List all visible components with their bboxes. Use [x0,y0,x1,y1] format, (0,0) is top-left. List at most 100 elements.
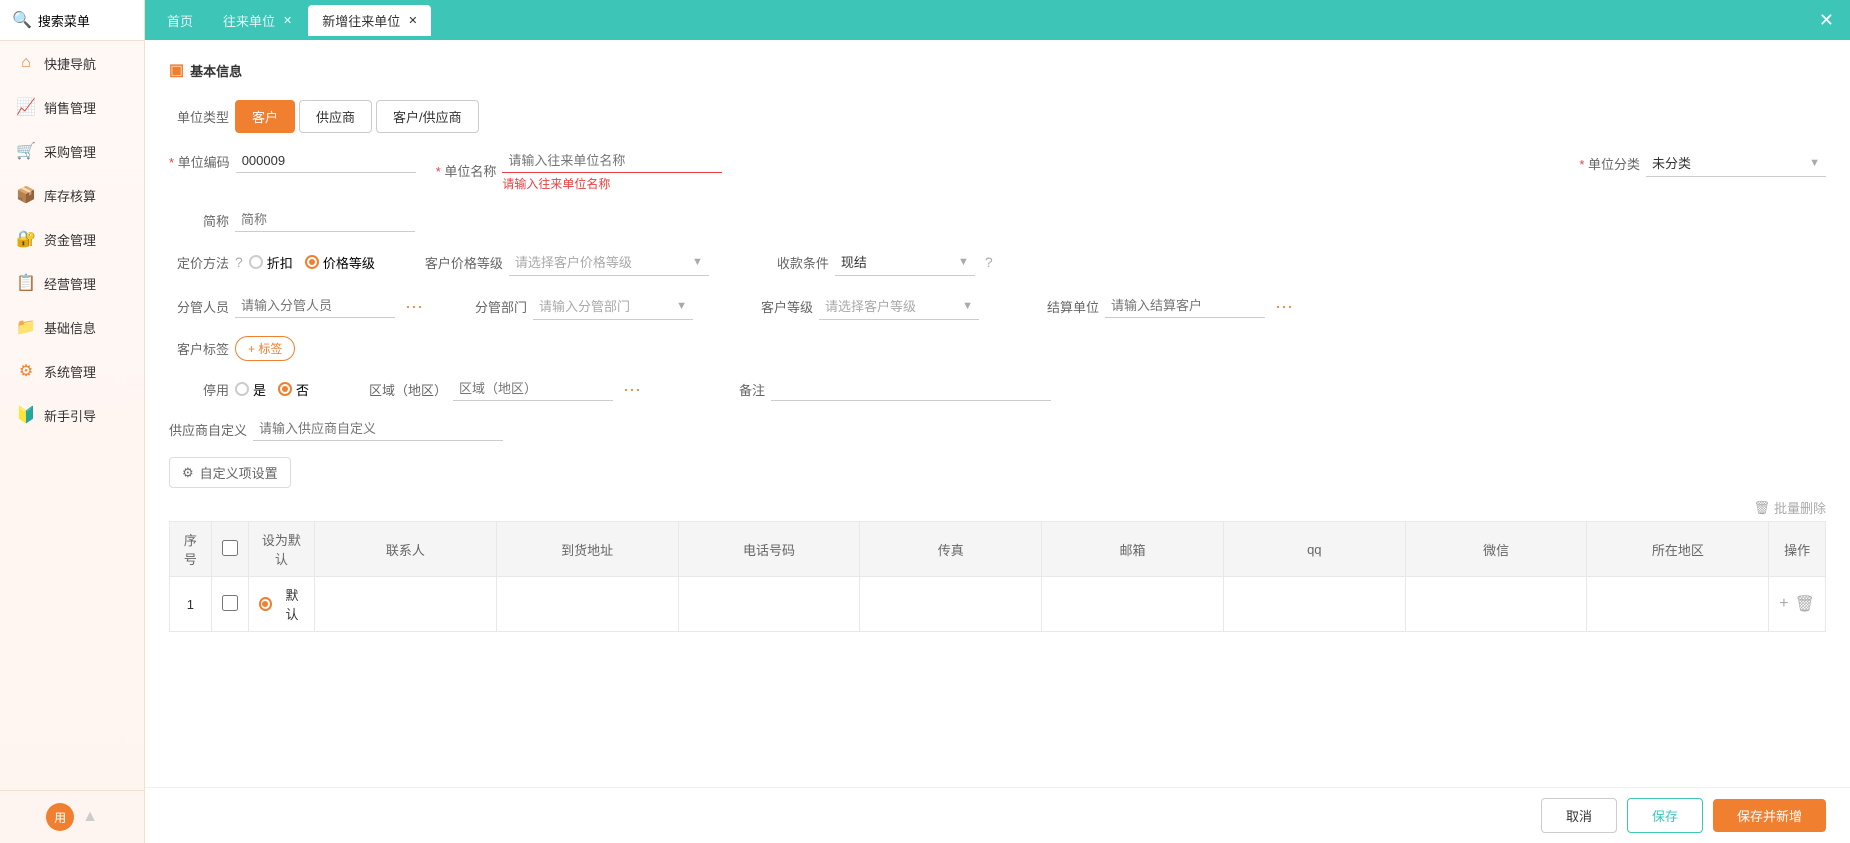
unit-name-label: 单位名称 [436,161,497,180]
pricing-price-level-radio[interactable]: 价格等级 [305,253,375,272]
payment-terms-select[interactable]: 现结 ▼ [835,248,975,276]
fax-input[interactable] [870,593,1031,616]
btn-customer[interactable]: 客户 [235,100,295,133]
address-input[interactable] [507,593,668,616]
row-checkbox[interactable] [222,595,238,611]
unit-code-label: 单位编码 [169,152,230,171]
th-address: 到货地址 [496,522,678,577]
default-radio[interactable]: 默认 [259,585,304,623]
td-contact[interactable] [315,577,497,632]
customer-level-placeholder: 请选择客户等级 [825,296,916,315]
category-chevron: ▼ [1809,157,1820,169]
pricing-field: 定价方法 ? 折扣 价格等级 [169,253,375,272]
payment-terms-field: 收款条件 现结 ▼ ? [769,248,993,276]
btn-both[interactable]: 客户/供应商 [376,100,479,133]
td-address[interactable] [496,577,678,632]
tab-partner-list-close[interactable]: ✕ [283,14,292,27]
td-seq: 1 [170,577,212,632]
sidebar-item-finance[interactable]: 🔐 资金管理 [0,217,144,261]
tab-new-partner-close[interactable]: ✕ [408,14,417,27]
sidebar-item-inventory[interactable]: 📦 库存核算 [0,173,144,217]
th-qq: qq [1223,522,1405,577]
manager-more-btn[interactable]: ··· [401,297,427,315]
td-region[interactable] [1587,577,1769,632]
batch-delete-btn[interactable]: 🗑 批量删除 [1753,498,1826,517]
customer-level-field: 客户等级 请选择客户等级 ▼ [753,292,979,320]
unit-code-input[interactable] [236,149,416,173]
tab-home[interactable]: 首页 [153,5,207,36]
region-more-btn[interactable]: ··· [619,380,645,398]
th-region: 所在地区 [1587,522,1769,577]
sidebar-item-label: 快捷导航 [44,54,96,73]
td-qq[interactable] [1223,577,1405,632]
save-new-btn[interactable]: 保存并新增 [1713,799,1826,832]
unit-category-select[interactable]: 未分类 ▼ [1646,149,1826,177]
region-field: 区域（地区） ··· [369,377,645,401]
unit-name-field: 单位名称 请输入往来单位名称 [436,149,1520,192]
price-level-radio-circle [305,255,319,269]
pricing-help-icon[interactable]: ? [235,254,243,270]
disable-yes-radio[interactable]: 是 [235,380,266,399]
sidebar-item-quick-nav[interactable]: ⌂ 快捷导航 [0,41,144,85]
contact-input[interactable] [325,593,486,616]
sidebar-item-guide[interactable]: 🔰 新手引导 [0,393,144,437]
supplier-custom-label: 供应商自定义 [169,420,247,439]
save-btn[interactable]: 保存 [1627,798,1703,833]
tab-partner-list[interactable]: 往来单位 ✕ [209,5,306,36]
btn-supplier[interactable]: 供应商 [299,100,372,133]
supplier-custom-input[interactable] [253,417,503,441]
note-label: 备注 [705,380,765,399]
guide-icon: 🔰 [16,405,36,425]
unit-name-input[interactable] [502,149,722,173]
payment-help-icon[interactable]: ? [985,254,993,270]
customer-level-select[interactable]: 请选择客户等级 ▼ [819,292,979,320]
delete-icon: 🗑 [1753,500,1770,516]
note-input[interactable] [771,377,1051,401]
td-email[interactable] [1042,577,1224,632]
region-input[interactable] [453,377,613,401]
sidebar-search[interactable]: 🔍 搜索菜单 [0,0,144,41]
region-table-input[interactable] [1597,593,1758,616]
payment-terms-label: 收款条件 [769,253,829,272]
sidebar-item-system[interactable]: ⚙ 系统管理 [0,349,144,393]
row-actions: + 🗑 [1779,594,1815,614]
customer-price-select[interactable]: 请选择客户价格等级 ▼ [509,248,709,276]
home-icon: ⌂ [16,53,36,73]
phone-input[interactable] [689,593,850,616]
avatar[interactable]: 用 [46,803,74,831]
th-actions: 操作 [1769,522,1826,577]
disable-yes-label: 是 [253,380,266,399]
settlement-more-btn[interactable]: ··· [1271,297,1297,315]
td-phone[interactable] [678,577,860,632]
short-name-input[interactable] [235,208,415,232]
short-name-field: 简称 [169,208,415,232]
dept-select[interactable]: 请输入分管部门 ▼ [533,292,693,320]
disable-no-radio[interactable]: 否 [278,380,309,399]
cancel-btn[interactable]: 取消 [1541,798,1617,833]
sidebar-item-operation[interactable]: 📋 经营管理 [0,261,144,305]
td-wechat[interactable] [1405,577,1587,632]
supplier-custom-row: 供应商自定义 [169,417,1826,441]
email-input[interactable] [1052,593,1213,616]
delete-row-btn[interactable]: 🗑 [1795,594,1815,614]
td-fax[interactable] [860,577,1042,632]
manager-label: 分管人员 [169,297,229,316]
add-tag-btn[interactable]: + 标签 [235,336,295,361]
select-all-checkbox[interactable] [222,540,238,556]
pricing-discount-radio[interactable]: 折扣 [249,253,293,272]
wechat-input[interactable] [1416,593,1577,616]
qq-input[interactable] [1234,593,1395,616]
disable-no-label: 否 [296,380,309,399]
add-row-btn[interactable]: + [1779,595,1788,613]
manager-input[interactable] [235,294,395,318]
basic-icon: 📁 [16,317,36,337]
settlement-input[interactable] [1105,294,1265,318]
default-radio-circle [259,597,272,611]
sidebar-item-basic[interactable]: 📁 基础信息 [0,305,144,349]
custom-settings-btn[interactable]: ⚙ 自定义项设置 [169,457,291,488]
sidebar-item-label: 库存核算 [44,186,96,205]
tab-new-partner[interactable]: 新增往来单位 ✕ [308,5,431,36]
sidebar-item-sales[interactable]: 📈 销售管理 [0,85,144,129]
window-close-btn[interactable]: ✕ [1811,6,1842,35]
sidebar-item-purchase[interactable]: 🛒 采购管理 [0,129,144,173]
